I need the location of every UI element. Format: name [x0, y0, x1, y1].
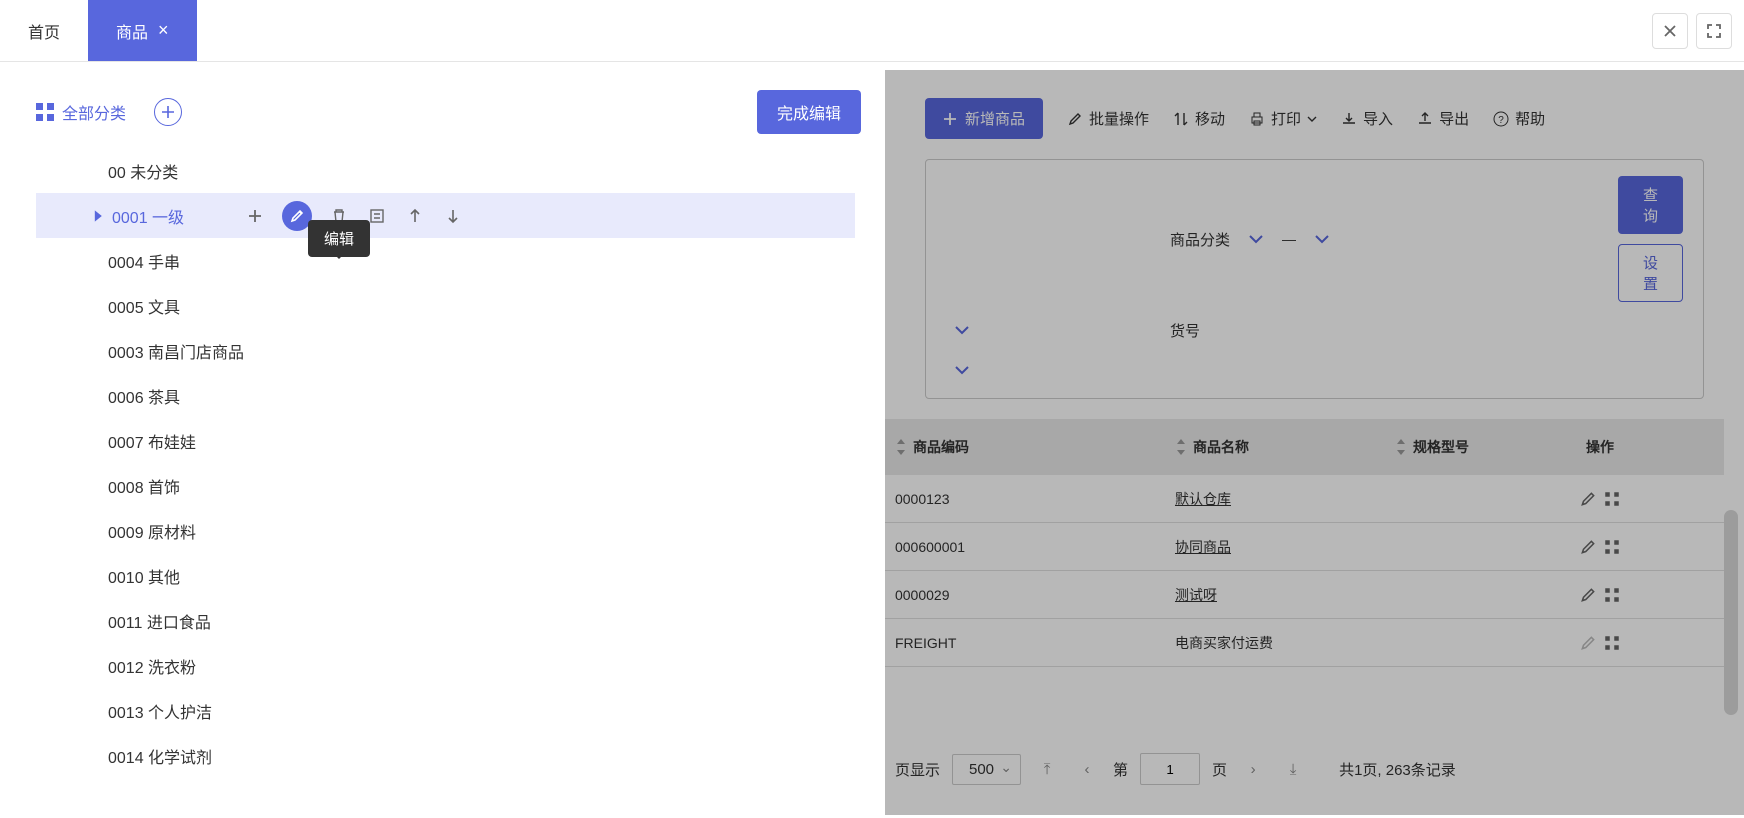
arrow-up-icon[interactable] [404, 205, 426, 227]
grid-icon [36, 103, 54, 121]
tree-item[interactable]: 0008 首饰 [36, 463, 855, 508]
tree-item[interactable]: 0006 茶具 [36, 373, 855, 418]
overlay-dim [885, 70, 1744, 815]
edit-tooltip: 编辑 [308, 220, 370, 257]
tab-bar: 首页 商品 × [0, 0, 1744, 62]
add-child-icon[interactable] [244, 205, 266, 227]
caret-right-icon [92, 209, 106, 223]
close-icon[interactable]: × [158, 20, 169, 41]
plus-icon [161, 105, 175, 119]
tree-item[interactable]: 0004 手串 [36, 238, 855, 283]
tab-close-all-icon[interactable] [1652, 13, 1688, 49]
tree-item[interactable]: 0014 化学试剂 [36, 733, 855, 778]
tree-item[interactable]: 00 未分类 [36, 148, 855, 193]
tree-item[interactable]: 0010 其他 [36, 553, 855, 598]
right-panel: 新增商品 批量操作 移动 打印 导入 [885, 70, 1744, 815]
finish-edit-button[interactable]: 完成编辑 [757, 90, 861, 134]
add-category-button[interactable] [154, 98, 182, 126]
fullscreen-icon[interactable] [1696, 13, 1732, 49]
tree-item[interactable]: 0013 个人护洁 [36, 688, 855, 733]
category-tree[interactable]: 00 未分类 0001 一级 0004 手串 0005 文具 0003 南昌门店… [36, 148, 861, 818]
category-panel: 全部分类 完成编辑 编辑 00 未分类 0001 一级 00 [8, 70, 885, 815]
tree-item[interactable]: 0009 原材料 [36, 508, 855, 553]
tree-item[interactable]: 0005 文具 [36, 283, 855, 328]
tab-product[interactable]: 商品 × [88, 0, 197, 61]
tab-home[interactable]: 首页 [0, 0, 88, 61]
all-categories-link[interactable]: 全部分类 [62, 100, 126, 124]
tree-item[interactable]: 0007 布娃娃 [36, 418, 855, 463]
tree-item[interactable]: 0011 进口食品 [36, 598, 855, 643]
tree-item[interactable]: 0003 南昌门店商品 [36, 328, 855, 373]
tree-item-selected[interactable]: 0001 一级 [36, 193, 855, 238]
tree-item[interactable]: 0012 洗衣粉 [36, 643, 855, 688]
arrow-down-icon[interactable] [442, 205, 464, 227]
